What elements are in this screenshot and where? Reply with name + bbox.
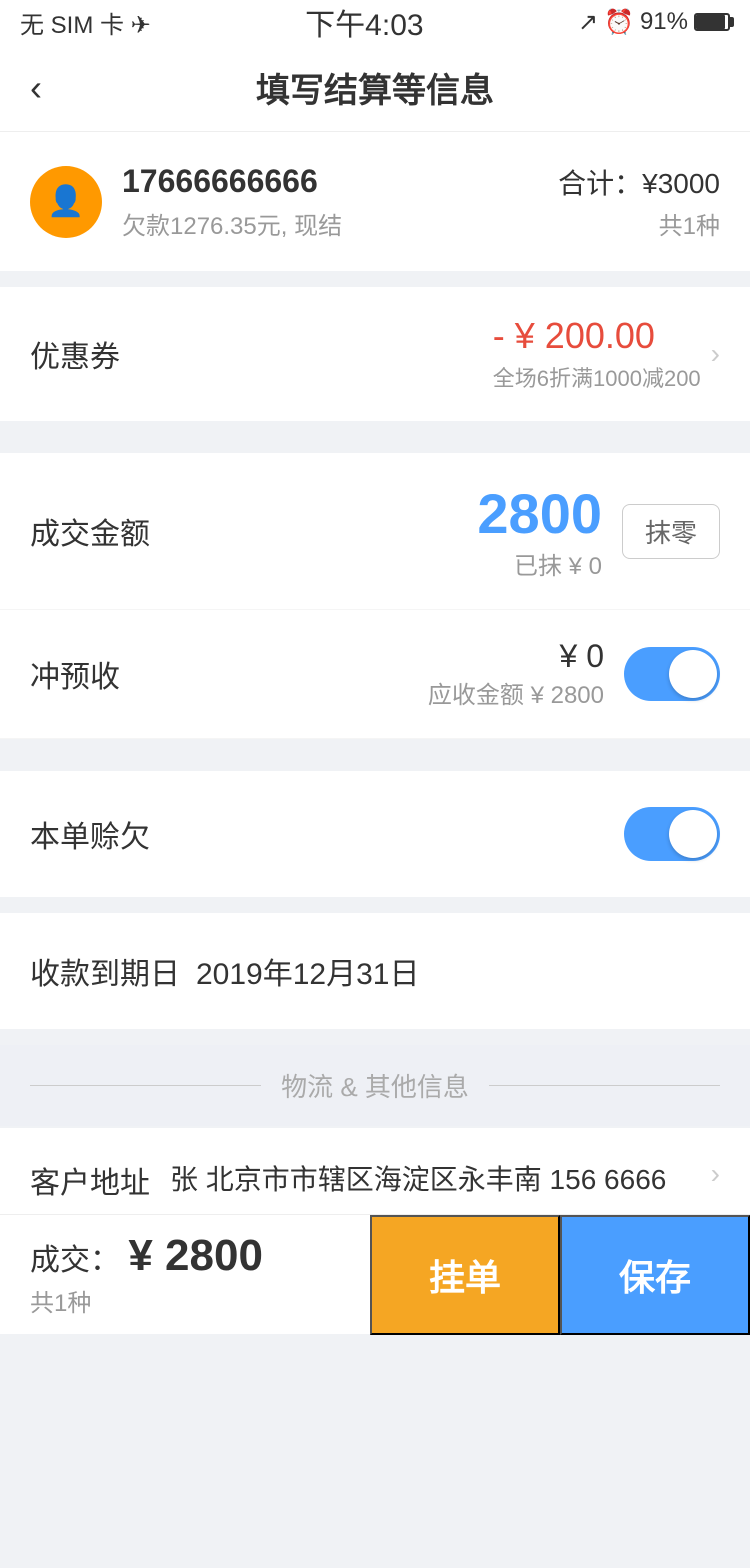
user-sub: 欠款1276.35元, 现结 xyxy=(122,206,342,241)
deal-amount-col: 2800 已抹 ¥ 0 xyxy=(477,481,602,581)
total-label-amount: 合计：¥3000 xyxy=(558,162,720,202)
address-chevron-icon: › xyxy=(711,1158,720,1190)
coupon-amount: - ¥ 200.00 xyxy=(493,315,701,357)
footer: 成交： ¥ 2800 共1种 挂单 保存 xyxy=(0,1214,750,1334)
coupon-chevron-icon: › xyxy=(711,338,720,370)
footer-info: 成交： ¥ 2800 共1种 xyxy=(0,1231,370,1318)
footer-deal-label: 成交： ¥ 2800 xyxy=(30,1231,340,1281)
deal-amount-label: 成交金额 xyxy=(30,509,150,553)
coupon-label: 优惠券 xyxy=(30,332,120,376)
user-right: 合计：¥3000 共1种 xyxy=(558,162,720,241)
due-date-value: 2019年12月31日 xyxy=(196,949,419,993)
logistics-label: 物流 & 其他信息 xyxy=(281,1067,469,1104)
debt-label: 本单赊欠 xyxy=(30,812,150,856)
prepay-row: 冲预收 ¥ 0 应收金额 ¥ 2800 xyxy=(0,610,750,739)
nav-bar: ‹ 填写结算等信息 xyxy=(0,44,750,132)
due-date-label: 收款到期日 xyxy=(30,949,180,993)
alarm-icon: ⏰ xyxy=(604,8,634,37)
logistics-line-left xyxy=(30,1085,261,1086)
total-count: 共1种 xyxy=(558,206,720,241)
avatar: 👤 xyxy=(30,166,102,238)
footer-count: 共1种 xyxy=(30,1283,340,1318)
prepay-right: ¥ 0 应收金额 ¥ 2800 xyxy=(428,638,720,710)
coupon-amount-col: - ¥ 200.00 全场6折满1000减200 xyxy=(493,315,701,393)
sim-status: 无 SIM 卡 ✈ xyxy=(20,5,151,40)
coupon-right: - ¥ 200.00 全场6折满1000减200 › xyxy=(493,315,720,393)
total-amount: ¥3000 xyxy=(642,168,720,199)
battery-level: 91% xyxy=(640,8,688,36)
section-divider-1 xyxy=(0,437,750,453)
battery-icon xyxy=(694,13,730,31)
status-left: 无 SIM 卡 ✈ xyxy=(20,5,151,40)
round-zero-button[interactable]: 抹零 xyxy=(622,504,720,559)
prepay-amount: ¥ 0 xyxy=(560,638,604,675)
prepay-label: 冲预收 xyxy=(30,652,120,696)
save-button[interactable]: 保存 xyxy=(560,1215,750,1335)
status-bar: 无 SIM 卡 ✈ 下午4:03 ↗ ⏰ 91% xyxy=(0,0,750,44)
coupon-row[interactable]: 优惠券 - ¥ 200.00 全场6折满1000减200 › xyxy=(0,287,750,421)
deal-right: 2800 已抹 ¥ 0 抹零 xyxy=(477,481,720,581)
footer-deal-text: 成交： xyxy=(30,1244,120,1277)
coupon-desc: 全场6折满1000减200 xyxy=(493,361,701,393)
user-left: 👤 17666666666 欠款1276.35元, 现结 xyxy=(30,163,342,241)
prepay-amount-col: ¥ 0 应收金额 ¥ 2800 xyxy=(428,638,604,710)
debt-toggle[interactable] xyxy=(624,807,720,861)
section-divider-2 xyxy=(0,755,750,771)
logistics-divider: 物流 & 其他信息 xyxy=(0,1045,750,1126)
nav-title: 填写结算等信息 xyxy=(256,63,494,112)
deal-amount-value: 2800 xyxy=(477,481,602,546)
footer-amount: ¥ 2800 xyxy=(128,1231,263,1280)
deal-amount-row: 成交金额 2800 已抹 ¥ 0 抹零 xyxy=(0,453,750,610)
prepay-sub: 应收金额 ¥ 2800 xyxy=(428,675,604,710)
deal-section: 成交金额 2800 已抹 ¥ 0 抹零 冲预收 ¥ 0 应收金额 ¥ 2800 xyxy=(0,453,750,739)
content: 👤 17666666666 欠款1276.35元, 现结 合计：¥3000 共1… xyxy=(0,132,750,1568)
user-phone: 17666666666 xyxy=(122,163,342,200)
logistics-line-right xyxy=(489,1085,720,1086)
user-info: 17666666666 欠款1276.35元, 现结 xyxy=(122,163,342,241)
status-right: ↗ ⏰ 91% xyxy=(578,8,730,37)
due-date-row: 收款到期日 2019年12月31日 xyxy=(0,913,750,1029)
back-button[interactable]: ‹ xyxy=(30,67,42,109)
user-card: 👤 17666666666 欠款1276.35元, 现结 合计：¥3000 共1… xyxy=(0,132,750,271)
prepay-toggle-thumb xyxy=(669,650,717,698)
status-time: 下午4:03 xyxy=(305,0,423,44)
debt-row: 本单赊欠 xyxy=(0,771,750,897)
hangup-button[interactable]: 挂单 xyxy=(370,1215,560,1335)
deal-sub: 已抹 ¥ 0 xyxy=(514,546,602,581)
prepay-toggle[interactable] xyxy=(624,647,720,701)
location-icon: ↗ xyxy=(578,8,598,37)
address-label: 客户地址 xyxy=(30,1158,150,1202)
avatar-icon: 👤 xyxy=(47,184,84,219)
debt-toggle-thumb xyxy=(669,810,717,858)
total-label: 合计： xyxy=(558,168,642,199)
